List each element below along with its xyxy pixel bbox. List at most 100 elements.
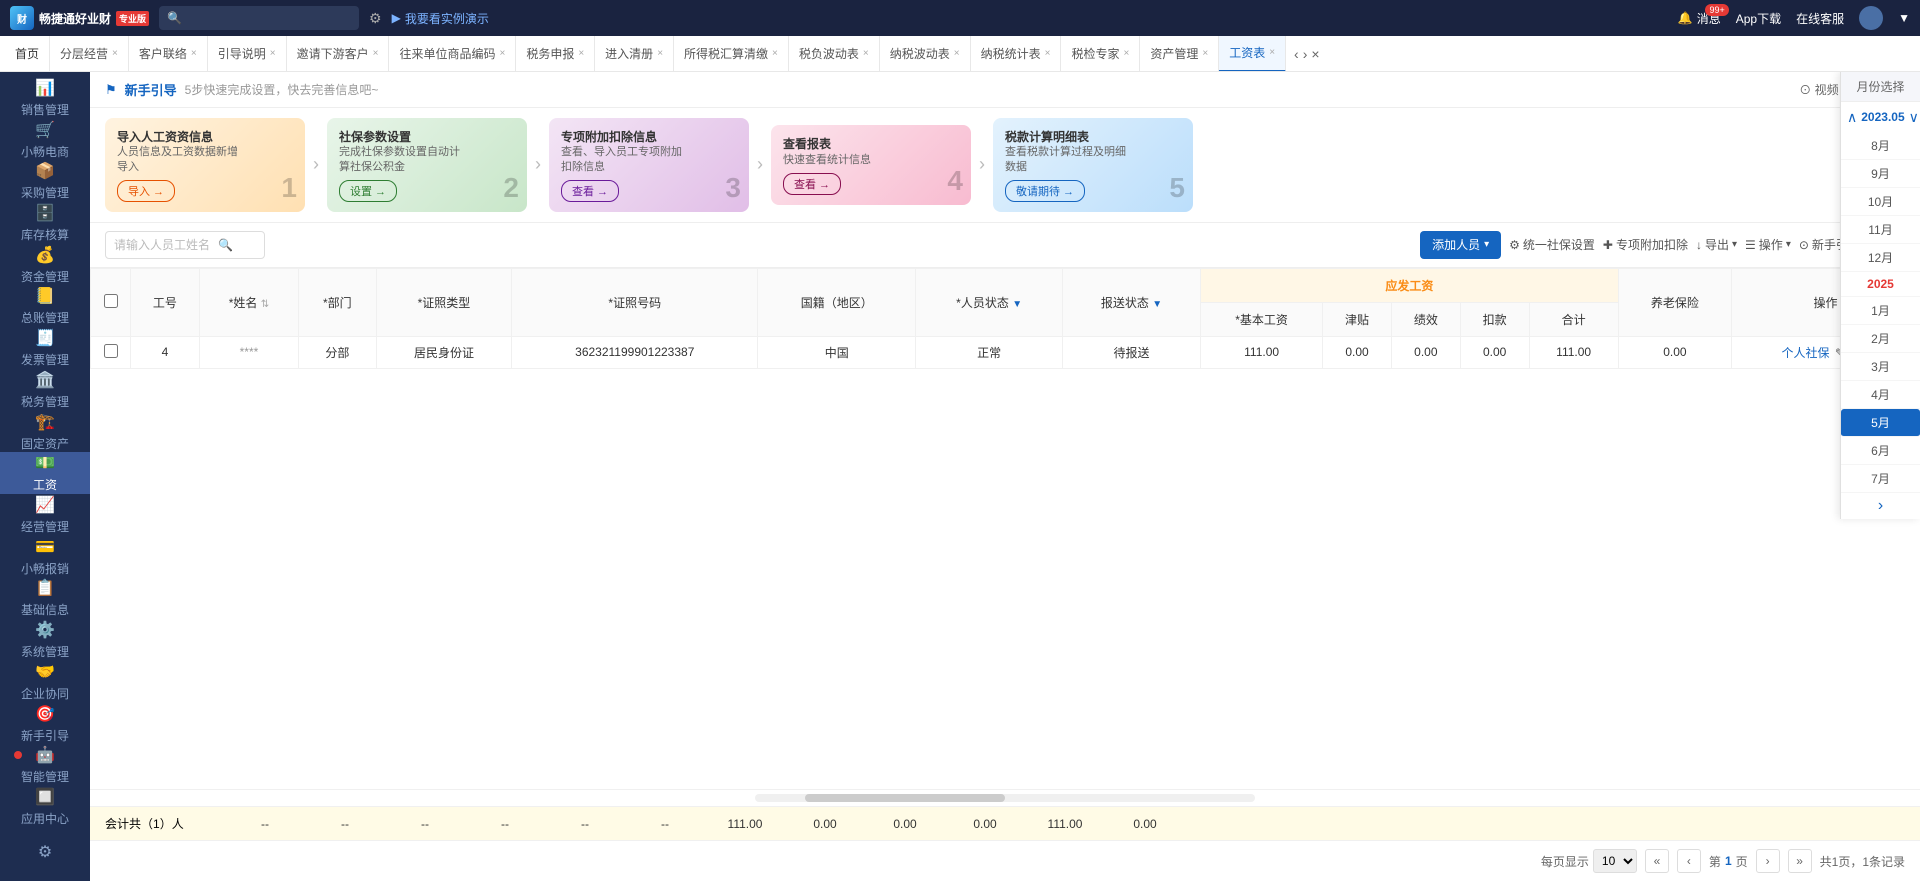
sidebar-item-ai[interactable]: 🤖 智能管理 (0, 745, 90, 787)
user-avatar[interactable] (1859, 6, 1883, 30)
demo-link[interactable]: ▶ 我要看实例演示 (392, 10, 489, 27)
app-download-link[interactable]: App下载 (1736, 10, 1781, 27)
special-deduction-btn[interactable]: ✚ 专项附加扣除 (1603, 236, 1688, 253)
step-5-btn[interactable]: 敬请期待 → (1005, 180, 1085, 202)
sidebar-item-ecommerce[interactable]: 🛒 小畅电商 (0, 119, 90, 161)
tab-close-icon[interactable]: × (373, 48, 379, 59)
horizontal-scrollbar[interactable] (90, 789, 1920, 806)
settings-icon[interactable]: ⚙ (369, 10, 382, 27)
step-1-btn[interactable]: 导入 → (117, 180, 175, 202)
month-item-5[interactable]: 5月 (1841, 409, 1920, 437)
month-item-2[interactable]: 2月 (1841, 325, 1920, 353)
message-button[interactable]: 🔔 消息 99+ (1678, 10, 1721, 27)
month-item-9[interactable]: 9月 (1841, 160, 1920, 188)
month-item-7[interactable]: 7月 (1841, 465, 1920, 493)
scrollbar-thumb[interactable] (805, 794, 1005, 802)
tab-fencceng[interactable]: 分层经营 × (50, 36, 129, 72)
sidebar-item-assets[interactable]: 🏗️ 固定资产 (0, 411, 90, 453)
tab-home[interactable]: 首页 (5, 36, 50, 72)
tab-yindao[interactable]: 引导说明 × (208, 36, 287, 72)
tab-close-icon[interactable]: × (1045, 48, 1051, 59)
unified-settings-btn[interactable]: ⚙ 统一社保设置 (1509, 236, 1595, 253)
tab-wanglai[interactable]: 往来单位商品编码 × (389, 36, 516, 72)
prev-page-btn[interactable]: ‹ (1677, 849, 1701, 873)
sidebar-item-inventory[interactable]: 🗄️ 库存核算 (0, 202, 90, 244)
sidebar-item-newguide[interactable]: 🎯 新手引导 (0, 703, 90, 745)
tab-shuijian[interactable]: 税检专家 × (1061, 36, 1140, 72)
month-item-12[interactable]: 12月 (1841, 244, 1920, 272)
sidebar-item-operations[interactable]: 📈 经营管理 (0, 494, 90, 536)
employee-search-input[interactable]: 请输入人员工姓名 🔍 (105, 231, 265, 259)
sidebar-item-settings[interactable]: ⚙ (0, 828, 90, 876)
tab-next-icon[interactable]: › (1303, 46, 1308, 62)
tab-jinru[interactable]: 进入清册 × (595, 36, 674, 72)
status-filter-icon[interactable]: ▼ (1012, 299, 1022, 310)
sidebar-item-basics[interactable]: 📋 基础信息 (0, 578, 90, 620)
export-btn[interactable]: ↓ 导出 ▾ (1696, 236, 1737, 253)
month-item-8[interactable]: 8月 (1841, 132, 1920, 160)
month-item-1[interactable]: 1月 (1841, 297, 1920, 325)
tab-shuifu[interactable]: 税负波动表 × (789, 36, 880, 72)
tab-yaoqing[interactable]: 邀请下游客户 × (287, 36, 390, 72)
month-item-3[interactable]: 3月 (1841, 353, 1920, 381)
step-4-btn[interactable]: 查看 → (783, 173, 841, 195)
month-year-prev-btn[interactable]: ∧ (1847, 109, 1857, 126)
tab-kehu[interactable]: 客户联络 × (129, 36, 208, 72)
tab-close-icon[interactable]: × (112, 48, 118, 59)
tab-shuiwu[interactable]: 税务申报 × (516, 36, 595, 72)
sidebar-item-invoice[interactable]: 🧾 发票管理 (0, 327, 90, 369)
top-search-bar[interactable]: 🔍 (159, 6, 359, 30)
tab-close-icon[interactable]: × (1123, 48, 1129, 59)
first-page-btn[interactable]: « (1645, 849, 1669, 873)
report-filter-icon[interactable]: ▼ (1152, 299, 1162, 310)
actions-btn[interactable]: ☰ 操作 ▾ (1745, 236, 1791, 253)
tab-close-icon[interactable]: × (578, 48, 584, 59)
tab-close-icon[interactable]: × (657, 48, 663, 59)
sidebar-item-system[interactable]: ⚙️ 系统管理 (0, 619, 90, 661)
tab-close-icon[interactable]: × (499, 48, 505, 59)
user-menu-icon[interactable]: ▼ (1898, 11, 1910, 25)
search-submit-icon[interactable]: 🔍 (218, 238, 233, 252)
name-sort-icon[interactable]: ⇅ (261, 299, 269, 310)
online-service-link[interactable]: 在线客服 (1796, 10, 1844, 27)
step-2-btn[interactable]: 设置 → (339, 180, 397, 202)
sidebar-item-appcenter[interactable]: 🔲 应用中心 (0, 786, 90, 828)
sidebar-item-sales[interactable]: 📊 销售管理 (0, 77, 90, 119)
tab-nashui[interactable]: 纳税波动表 × (880, 36, 971, 72)
tab-suodeshui[interactable]: 所得税汇算清缴 × (674, 36, 789, 72)
month-item-11[interactable]: 11月 (1841, 216, 1920, 244)
month-item-4[interactable]: 4月 (1841, 381, 1920, 409)
personal-insurance-link[interactable]: 个人社保 (1782, 346, 1830, 360)
month-item-6[interactable]: 6月 (1841, 437, 1920, 465)
tab-close-icon[interactable]: × (954, 48, 960, 59)
tab-prev-icon[interactable]: ‹ (1294, 46, 1299, 62)
per-page-select[interactable]: 10 20 50 (1593, 849, 1637, 873)
month-item-10[interactable]: 10月 (1841, 188, 1920, 216)
sidebar-item-finance[interactable]: 💰 资金管理 (0, 244, 90, 286)
guide-video-link[interactable]: ⊙ 视频 (1799, 81, 1838, 98)
sidebar-item-payroll[interactable]: 💵 工资 (0, 452, 90, 494)
step-3-btn[interactable]: 查看 → (561, 180, 619, 202)
row-checkbox[interactable] (104, 344, 118, 358)
panel-collapse-btn[interactable]: › (1841, 493, 1920, 519)
tab-gongzi[interactable]: 工资表 × (1219, 36, 1286, 72)
tab-close-icon[interactable]: × (1202, 48, 1208, 59)
sidebar-item-ledger[interactable]: 📒 总账管理 (0, 286, 90, 328)
sidebar-item-collab[interactable]: 🤝 企业协同 (0, 661, 90, 703)
tab-nashuitongji[interactable]: 纳税统计表 × (971, 36, 1062, 72)
month-year-next-btn[interactable]: ∨ (1909, 109, 1919, 126)
next-page-btn[interactable]: › (1756, 849, 1780, 873)
last-page-btn[interactable]: » (1788, 849, 1812, 873)
select-all-checkbox[interactable] (104, 294, 118, 308)
sidebar-item-tax[interactable]: 🏛️ 税务管理 (0, 369, 90, 411)
tab-close-all-icon[interactable]: × (1311, 46, 1319, 62)
tab-close-icon[interactable]: × (270, 48, 276, 59)
tab-close-icon[interactable]: × (863, 48, 869, 59)
sidebar-item-expense[interactable]: 💳 小畅报销 (0, 536, 90, 578)
add-employee-button[interactable]: 添加人员 ▾ (1420, 231, 1501, 259)
tab-close-icon[interactable]: × (1269, 47, 1275, 58)
tab-close-icon[interactable]: × (191, 48, 197, 59)
tab-zichan[interactable]: 资产管理 × (1140, 36, 1219, 72)
sidebar-item-purchase[interactable]: 📦 采购管理 (0, 160, 90, 202)
tab-close-icon[interactable]: × (772, 48, 778, 59)
